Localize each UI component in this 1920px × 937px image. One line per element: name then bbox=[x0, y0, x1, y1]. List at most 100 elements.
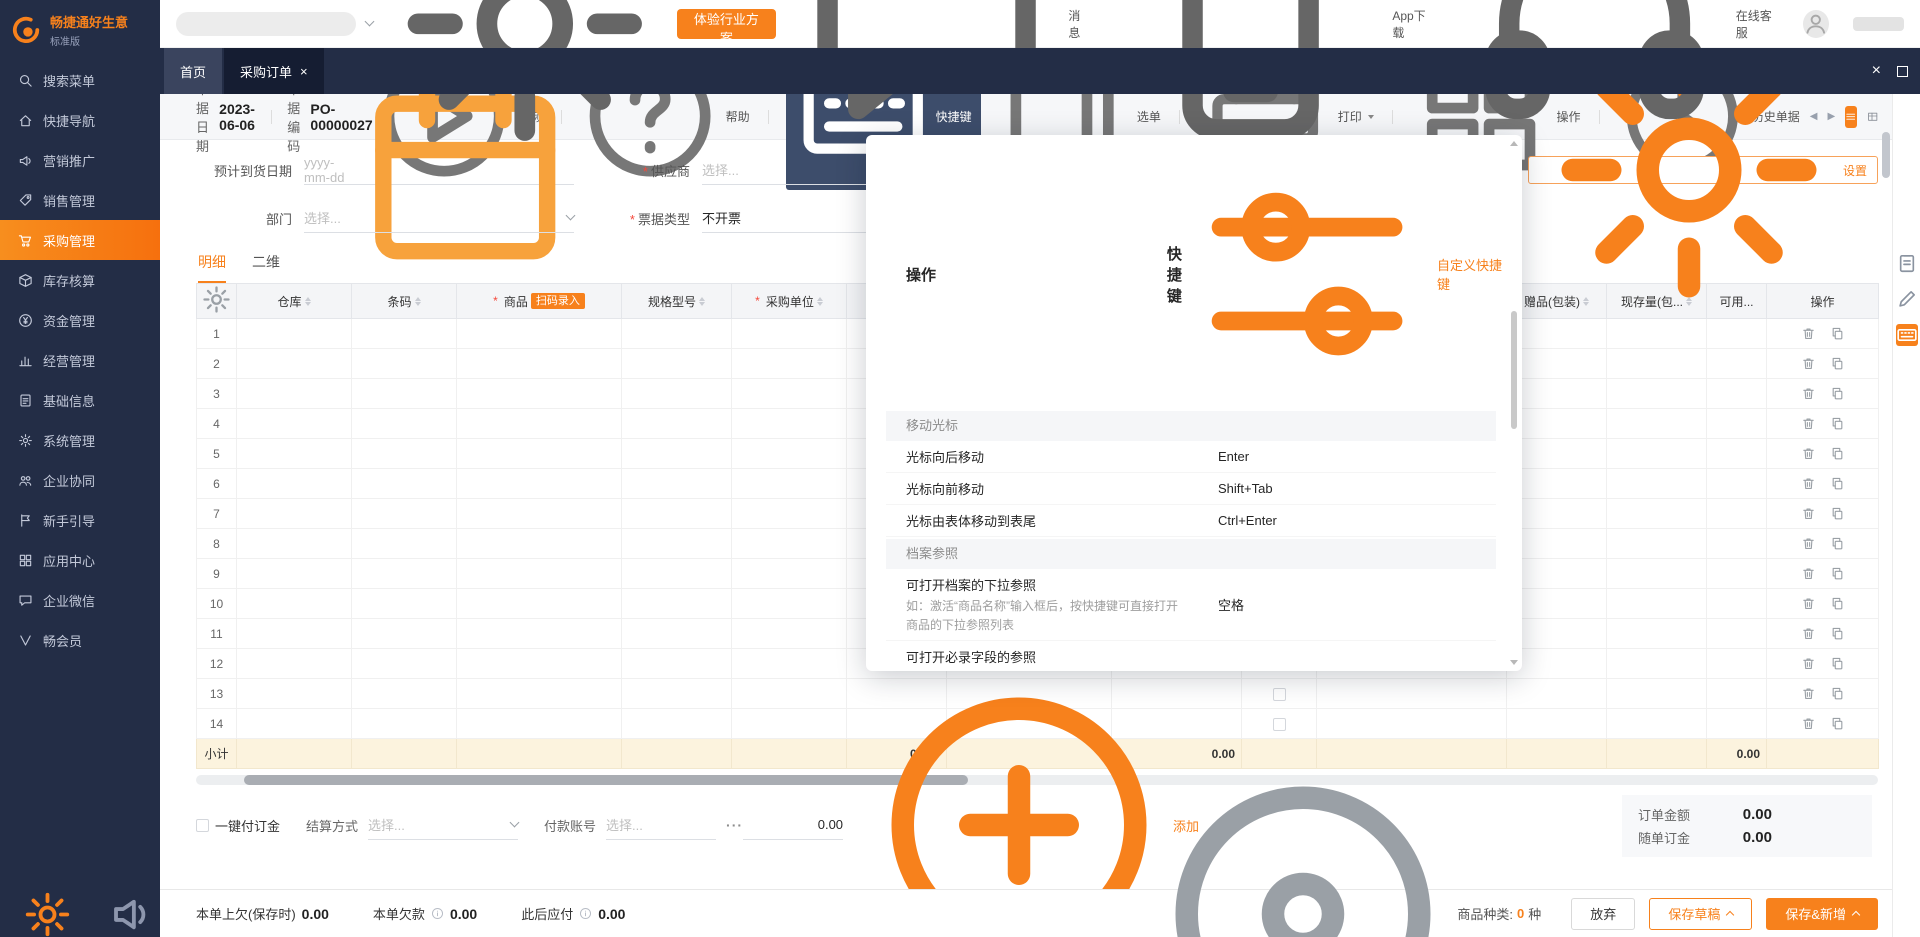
copy-row-icon[interactable] bbox=[1830, 656, 1845, 671]
cell-purchase-unit[interactable] bbox=[731, 648, 847, 679]
doc-date-value[interactable]: 2023-06-06 bbox=[219, 101, 255, 133]
tab-home[interactable]: 首页 bbox=[164, 48, 223, 94]
save-new-button[interactable]: 保存&新增 bbox=[1766, 897, 1878, 930]
cell-stock-package[interactable] bbox=[1606, 588, 1707, 619]
department-select[interactable]: 选择... bbox=[304, 203, 576, 233]
sidebar-item-funds[interactable]: 资金管理 bbox=[0, 300, 160, 340]
cell-product[interactable] bbox=[456, 438, 622, 469]
copy-row-icon[interactable] bbox=[1830, 416, 1845, 431]
info-icon[interactable] bbox=[431, 907, 444, 920]
cell-purchase-unit[interactable] bbox=[731, 348, 847, 379]
cell-stock-package[interactable] bbox=[1606, 348, 1707, 379]
sidebar-item-sales[interactable]: 销售管理 bbox=[0, 180, 160, 220]
cell-spec-model[interactable] bbox=[621, 408, 732, 439]
cell-available[interactable] bbox=[1706, 648, 1767, 679]
sort-icon[interactable] bbox=[414, 296, 421, 306]
sort-icon[interactable] bbox=[816, 296, 823, 306]
delete-row-icon[interactable] bbox=[1801, 716, 1816, 731]
cell-spec-model[interactable] bbox=[621, 468, 732, 499]
cell-warehouse[interactable] bbox=[236, 648, 352, 679]
delete-row-icon[interactable] bbox=[1801, 386, 1816, 401]
cell-stock-package[interactable] bbox=[1606, 708, 1707, 739]
sidebar-item-wecom[interactable]: 企业微信 bbox=[0, 580, 160, 620]
cell-purchase-unit[interactable] bbox=[731, 378, 847, 409]
cell-warehouse[interactable] bbox=[236, 408, 352, 439]
cell-warehouse[interactable] bbox=[236, 558, 352, 589]
cell-stock-package[interactable] bbox=[1606, 438, 1707, 469]
copy-row-icon[interactable] bbox=[1830, 476, 1845, 491]
one-key-deposit-checkbox[interactable]: 一键付订金 bbox=[196, 816, 280, 835]
delete-row-icon[interactable] bbox=[1801, 446, 1816, 461]
delete-row-icon[interactable] bbox=[1801, 356, 1816, 371]
copy-row-icon[interactable] bbox=[1830, 506, 1845, 521]
cell-available[interactable] bbox=[1706, 708, 1767, 739]
cell-barcode[interactable] bbox=[351, 528, 457, 559]
copy-row-icon[interactable] bbox=[1830, 596, 1845, 611]
sidebar-item-beginner-guide[interactable]: 新手引导 bbox=[0, 500, 160, 540]
company-selector[interactable] bbox=[176, 11, 375, 36]
cell-barcode[interactable] bbox=[351, 408, 457, 439]
cell-available[interactable] bbox=[1706, 348, 1767, 379]
scroll-thumb[interactable] bbox=[1511, 311, 1517, 429]
sidebar-item-app-center[interactable]: 应用中心 bbox=[0, 540, 160, 580]
tab-detail[interactable]: 明细 bbox=[198, 252, 226, 283]
cell-barcode[interactable] bbox=[351, 678, 457, 709]
copy-row-icon[interactable] bbox=[1830, 356, 1845, 371]
cell-barcode[interactable] bbox=[351, 318, 457, 349]
column-settings-icon[interactable] bbox=[201, 285, 232, 316]
cell-product[interactable] bbox=[456, 618, 622, 649]
account-more-button[interactable]: ··· bbox=[726, 817, 743, 833]
cell-warehouse[interactable] bbox=[236, 468, 352, 499]
copy-row-icon[interactable] bbox=[1830, 566, 1845, 581]
cell-spec-model[interactable] bbox=[621, 648, 732, 679]
cell-available[interactable] bbox=[1706, 618, 1767, 649]
cell-stock-package[interactable] bbox=[1606, 678, 1707, 709]
cell-spec-model[interactable] bbox=[621, 588, 732, 619]
delete-row-icon[interactable] bbox=[1801, 326, 1816, 341]
cell-stock-package[interactable] bbox=[1606, 378, 1707, 409]
hotkeys-rail-icon[interactable] bbox=[1895, 324, 1918, 346]
cell-spec-model[interactable] bbox=[621, 378, 732, 409]
cell-available[interactable] bbox=[1706, 378, 1767, 409]
sort-icon[interactable] bbox=[1686, 296, 1692, 306]
info-icon[interactable] bbox=[579, 907, 592, 920]
hscroll-thumb[interactable] bbox=[244, 775, 968, 785]
checkbox-icon[interactable] bbox=[1272, 717, 1286, 731]
copy-row-icon[interactable] bbox=[1830, 716, 1845, 731]
cell-product[interactable] bbox=[456, 588, 622, 619]
cell-purchase-unit[interactable] bbox=[731, 618, 847, 649]
sidebar-item-search-menu[interactable]: 搜索菜单 bbox=[0, 60, 160, 100]
cell-product[interactable] bbox=[456, 498, 622, 529]
delete-row-icon[interactable] bbox=[1801, 686, 1816, 701]
sidebar-item-quick-nav[interactable]: 快捷导航 bbox=[0, 100, 160, 140]
cell-warehouse[interactable] bbox=[236, 318, 352, 349]
cell-barcode[interactable] bbox=[351, 378, 457, 409]
cell-stock-package[interactable] bbox=[1606, 408, 1707, 439]
cell-hidden-2[interactable] bbox=[1316, 678, 1507, 709]
cell-warehouse[interactable] bbox=[236, 528, 352, 559]
cell-product[interactable] bbox=[456, 528, 622, 559]
cell-warehouse[interactable] bbox=[236, 348, 352, 379]
cell-purchase-unit[interactable] bbox=[731, 558, 847, 589]
cell-stock-package[interactable] bbox=[1606, 468, 1707, 499]
scroll-up-icon[interactable] bbox=[1510, 141, 1518, 146]
sidebar-item-purchase[interactable]: 采购管理 bbox=[0, 220, 160, 260]
cell-purchase-unit[interactable] bbox=[731, 318, 847, 349]
cell-product[interactable] bbox=[456, 348, 622, 379]
delete-row-icon[interactable] bbox=[1801, 416, 1816, 431]
checkbox-icon[interactable] bbox=[1272, 687, 1286, 701]
clipboard-icon[interactable] bbox=[1896, 252, 1918, 274]
cell-purchase-unit[interactable] bbox=[731, 678, 847, 709]
cell-stock-package[interactable] bbox=[1606, 618, 1707, 649]
cell-spec-model[interactable] bbox=[621, 318, 732, 349]
cell-spec-model[interactable] bbox=[621, 618, 732, 649]
cell-warehouse[interactable] bbox=[236, 678, 352, 709]
cell-warehouse[interactable] bbox=[236, 438, 352, 469]
copy-row-icon[interactable] bbox=[1830, 686, 1845, 701]
deposit-amount-input[interactable]: 0.00 bbox=[743, 810, 844, 840]
cell-purchase-unit[interactable] bbox=[731, 528, 847, 559]
cell-purchase-unit[interactable] bbox=[731, 468, 847, 499]
cell-warehouse[interactable] bbox=[236, 498, 352, 529]
delete-row-icon[interactable] bbox=[1801, 656, 1816, 671]
cell-product[interactable] bbox=[456, 468, 622, 499]
